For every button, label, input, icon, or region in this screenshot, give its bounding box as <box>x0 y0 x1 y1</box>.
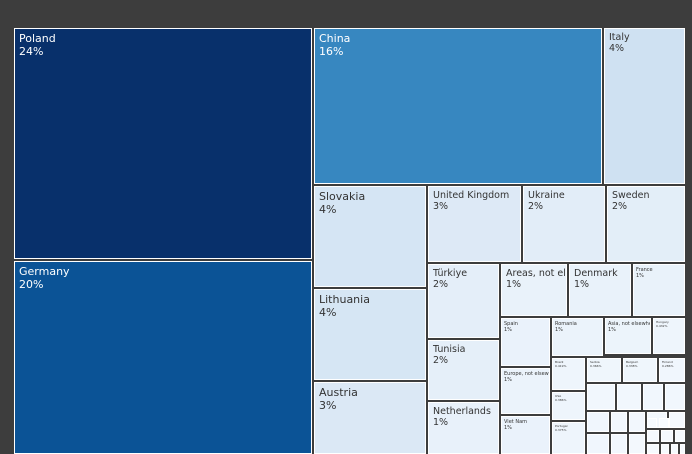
tile-share: 2% <box>528 201 544 213</box>
tile-unlabeled <box>647 430 659 442</box>
tile-china: China 16% <box>314 28 602 184</box>
tile-share: 1% <box>504 425 512 431</box>
treemap-chart: Poland 24% Germany 20% China 16% Italy 4% Slovak… <box>0 0 692 454</box>
tile-name: Romania <box>555 321 577 327</box>
tile-share: 4% <box>319 306 337 320</box>
tile-name: Areas, not elsewhere specified <box>506 268 566 279</box>
tile-belgium: Belgium 0.338% <box>623 358 657 382</box>
tile-unlabeled <box>647 418 657 428</box>
tile-hungary: Hungary 0.432% <box>653 318 685 354</box>
tile-areas-not-elsewhere-specified: Areas, not elsewhere specified1% <box>501 264 567 316</box>
tile-unlabeled <box>665 384 685 410</box>
tile-share: 1% <box>433 417 449 429</box>
tile-name: Sweden <box>612 190 650 201</box>
tile-spain: Spain 1% <box>501 318 550 366</box>
tile-share: 0.366% <box>590 363 602 368</box>
tile-unlabeled <box>659 418 669 428</box>
tile-share: 20% <box>19 278 44 292</box>
tile-united-kingdom: United Kingdom 3% <box>428 186 521 262</box>
tile-portugal: Portugal 0.375% <box>552 422 585 454</box>
tile-share: 16% <box>319 45 344 59</box>
tile-name: Lithuania <box>319 293 370 306</box>
tile-name: Italy <box>609 32 630 43</box>
tile-europe-not-elsewhere-specified: Europe, not elsewhere specified1% <box>501 368 550 414</box>
tile-unlabeled <box>629 412 645 432</box>
tile-name: Ukraine <box>528 190 565 201</box>
tile-share: 2% <box>612 201 628 213</box>
tile-unlabeled <box>587 384 615 410</box>
tile-name: Viet Nam <box>504 419 528 425</box>
tile-unlabeled <box>661 444 669 454</box>
tile-name: United Kingdom <box>433 190 510 201</box>
tile-share: 4% <box>609 43 625 55</box>
tile-denmark: Denmark 1% <box>569 264 631 316</box>
tile-name: Asia, not elsewhere specified <box>608 321 650 327</box>
tile-share: 0.286% <box>662 363 674 368</box>
tile-share: 1% <box>504 377 512 383</box>
tile-share: 2% <box>433 355 449 367</box>
tile-share: 1% <box>608 327 616 333</box>
tile-unlabeled <box>661 430 673 442</box>
tile-name: Slovakia <box>319 190 366 203</box>
tile-serbia: Serbia 0.366% <box>587 358 621 382</box>
tile-usa: USA 0.386% <box>552 392 585 420</box>
tile-share: 0.375% <box>555 427 567 432</box>
tile-unlabeled <box>647 444 659 454</box>
tile-name: Europe, not elsewhere specified <box>504 371 549 377</box>
tile-finland: Finland 0.286% <box>659 358 685 382</box>
tile-name: Denmark <box>574 268 618 279</box>
tile-share: 0.338% <box>626 363 638 368</box>
tile-sweden: Sweden 2% <box>607 186 685 262</box>
tile-share: 0.432% <box>656 323 668 328</box>
tile-unlabeled <box>643 384 663 410</box>
tile-slovakia: Slovakia 4% <box>314 186 426 287</box>
tile-name: Netherlands <box>433 406 491 417</box>
tile-netherlands: Netherlands 1% <box>428 402 499 454</box>
tile-name: Türkiye <box>433 268 468 279</box>
tile-france: France 1% <box>633 264 685 316</box>
tile-indonesia <box>587 412 609 432</box>
tile-share: 1% <box>574 279 590 291</box>
tile-romania: Romania 1% <box>552 318 603 356</box>
top-bar <box>0 0 692 26</box>
tile-unlabeled <box>680 444 685 454</box>
tile-share: 1% <box>504 327 512 333</box>
tile-name: Tunisia <box>433 344 466 355</box>
tile-share: 2% <box>433 279 449 291</box>
tile-share: 0.419% <box>555 363 567 368</box>
tile-unlabeled <box>629 434 645 454</box>
tile-name: Poland <box>19 32 56 45</box>
tile-share: 1% <box>636 273 644 279</box>
tile-poland: Poland 24% <box>14 28 312 259</box>
tile-austria: Austria 3% <box>314 382 426 454</box>
tile-t-rkiye: Türkiye 2% <box>428 264 499 338</box>
tile-unlabeled <box>675 430 685 442</box>
tile-name: Spain <box>504 321 518 327</box>
tile-share: 3% <box>319 399 337 413</box>
tile-lithuania: Lithuania 4% <box>314 289 426 380</box>
tile-germany: Germany 20% <box>14 261 312 454</box>
tile-unlabeled <box>611 412 627 432</box>
tile-brazil: Brazil 0.419% <box>552 358 585 390</box>
tile-share: 4% <box>319 203 337 217</box>
tile-share: 1% <box>555 327 563 333</box>
tile-share: 0.386% <box>555 397 567 402</box>
tile-name: China <box>319 32 351 45</box>
tile-india <box>587 434 609 454</box>
tile-viet-nam: Viet Nam 1% <box>501 416 550 454</box>
tile-ukraine: Ukraine 2% <box>523 186 605 262</box>
tile-name: Germany <box>19 265 70 278</box>
tile-unlabeled <box>617 384 641 410</box>
tile-name: Austria <box>319 386 358 399</box>
tile-unlabeled <box>671 444 678 454</box>
tile-unlabeled <box>669 412 685 428</box>
tile-asia-not-elsewhere-specified: Asia, not elsewhere specified1% <box>605 318 651 354</box>
tile-italy: Italy 4% <box>604 28 685 184</box>
tile-share: 24% <box>19 45 44 59</box>
tile-share: 3% <box>433 201 449 213</box>
tile-tunisia: Tunisia 2% <box>428 340 499 400</box>
tile-share: 1% <box>506 279 522 291</box>
tile-unlabeled <box>611 434 627 454</box>
tile-name: France <box>636 267 653 273</box>
